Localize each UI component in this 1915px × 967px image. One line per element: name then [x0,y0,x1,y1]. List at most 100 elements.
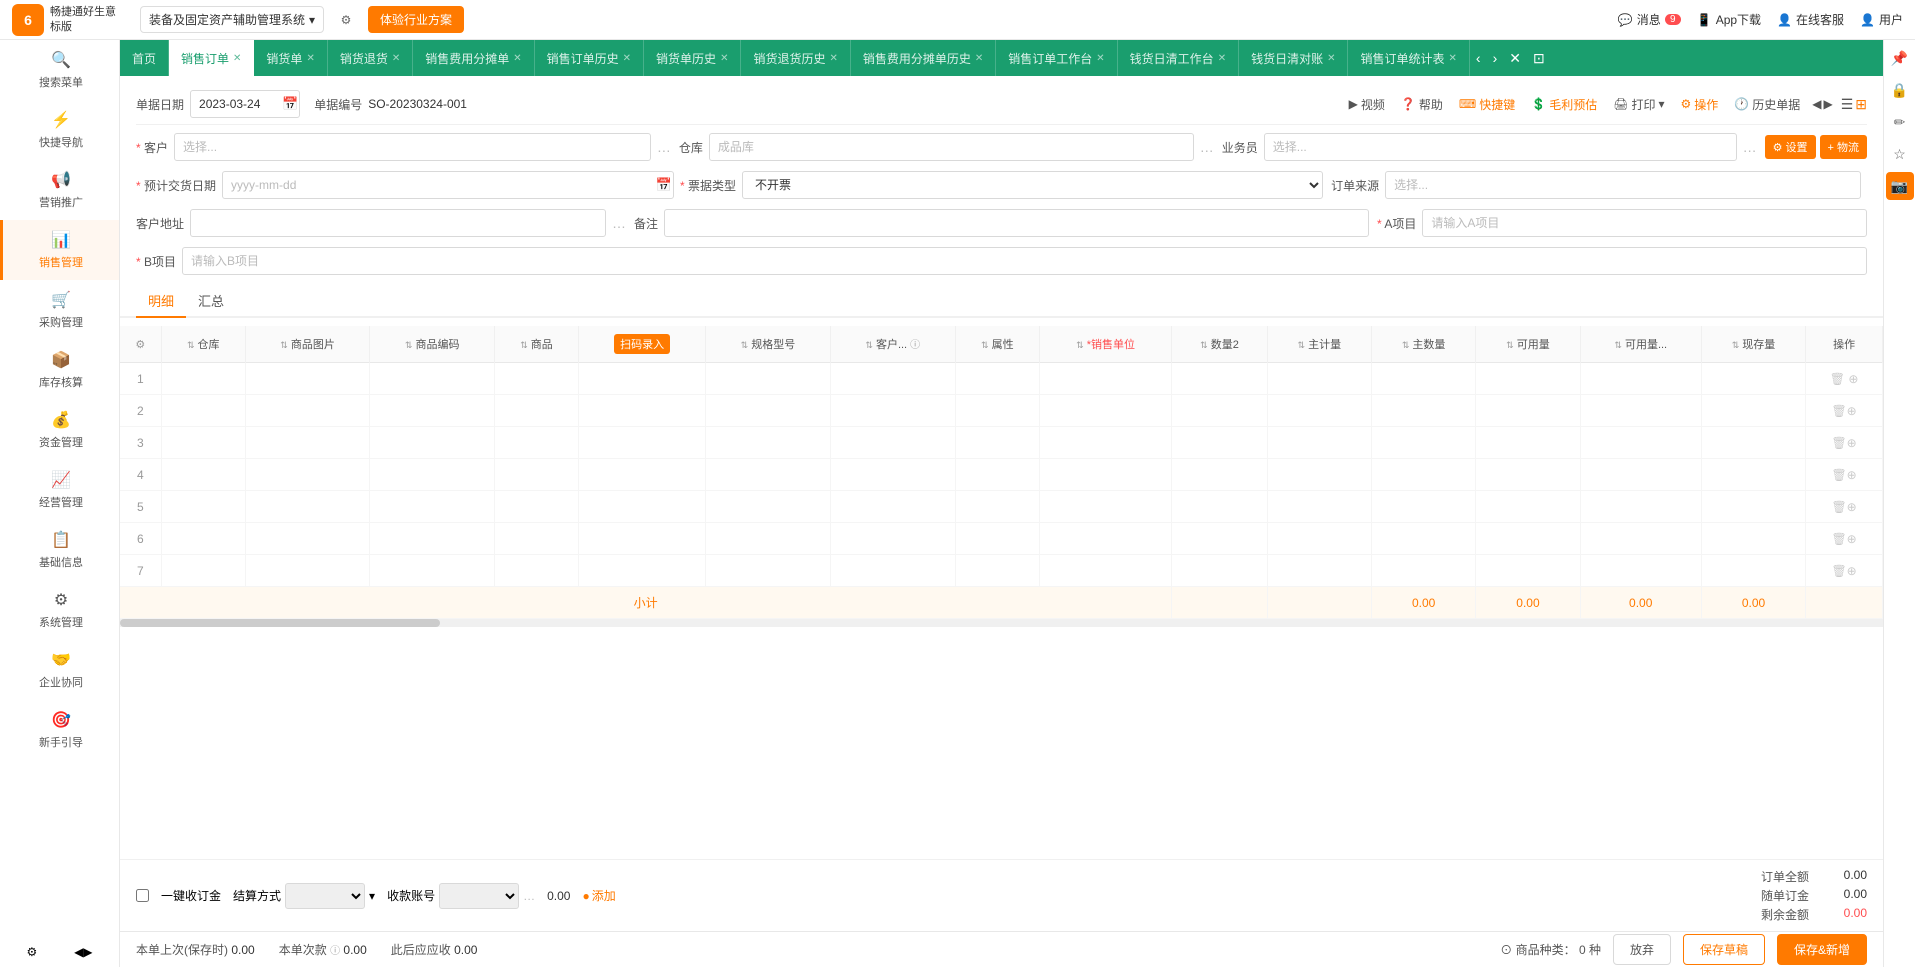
b-project-input[interactable] [182,247,1867,275]
row-main-unit[interactable] [1267,363,1371,395]
address-more-icon[interactable]: … [612,215,626,231]
row-attr[interactable] [955,363,1039,395]
invoice-select[interactable]: 不开票 [742,171,1323,199]
remark-input[interactable] [664,209,1369,237]
row-stock[interactable] [1701,363,1805,395]
sidebar-item-marketing[interactable]: 📢 营销推广 [0,160,119,220]
tab-close-icon[interactable]: ✕ [1327,53,1335,64]
sidebar-item-inventory[interactable]: 📦 库存核算 [0,340,119,400]
sidebar-item-search[interactable]: 🔍 搜索菜单 [0,40,119,100]
tab-more-icon[interactable]: ✕ [1503,40,1527,76]
calendar-icon[interactable]: 📅 [282,96,298,112]
tab-summary[interactable]: 汇总 [186,285,236,318]
delete-icon[interactable]: 🗑 [1831,468,1846,482]
right-edit-icon[interactable]: ✏ [1886,108,1914,136]
right-lock-icon[interactable]: 🔒 [1886,76,1914,104]
order-source-input[interactable] [1385,171,1861,199]
row-goods[interactable] [494,363,578,395]
tab-stats[interactable]: 销售订单统计表 ✕ [1348,40,1469,76]
right-star-icon[interactable]: ☆ [1886,140,1914,168]
a-project-input[interactable] [1422,209,1867,237]
row-action[interactable]: 🗑 ⊕ [1806,363,1883,395]
sidebar-item-sales[interactable]: 📊 销售管理 [0,220,119,280]
row-unit[interactable] [1039,363,1171,395]
operation-btn[interactable]: ⚙ 操作 [1676,94,1722,115]
delivery-input[interactable] [222,171,674,199]
tab-workbench[interactable]: 销售订单工作台 ✕ [996,40,1117,76]
tab-close-icon[interactable]: ✕ [306,53,314,64]
tab-order-history[interactable]: 销售订单历史 ✕ [535,40,644,76]
table-scrollbar[interactable] [120,619,1883,627]
tab-close-icon[interactable]: ✕ [1218,53,1226,64]
one-click-checkbox[interactable] [136,889,149,902]
delivery-calendar-icon[interactable]: 📅 [656,177,672,193]
account-more-icon[interactable]: … [523,889,535,903]
business-input[interactable] [1264,133,1737,161]
grid-view-icon[interactable]: ⊞ [1855,96,1867,113]
message-btn[interactable]: 💬 消息 9 [1618,11,1681,28]
tab-next-icon[interactable]: › [1487,40,1504,76]
tab-daily-clear[interactable]: 钱货日清工作台 ✕ [1118,40,1239,76]
customer-input[interactable] [174,133,651,161]
sidebar-settings-icon[interactable]: ⚙ [26,945,37,959]
sidebar-item-nav[interactable]: ⚡ 快捷导航 [0,100,119,160]
profit-btn[interactable]: 💲 毛利预估 [1527,94,1601,115]
copy-icon[interactable]: ⊕ [1848,372,1858,386]
tab-close-icon[interactable]: ✕ [392,53,400,64]
app-download-btn[interactable]: 📱 App下载 [1697,11,1761,28]
column-settings-icon[interactable]: ⚙ [135,339,145,351]
row-image[interactable] [245,363,370,395]
row-scan[interactable] [579,363,706,395]
row-qty2[interactable] [1172,363,1267,395]
online-service-btn[interactable]: 👤 在线客服 [1777,11,1844,28]
system-selector[interactable]: 装备及固定资产辅助管理系统 ▾ [140,6,324,33]
sidebar-collapse-icon[interactable]: ◀▶ [74,945,92,959]
tab-reconcile[interactable]: 钱货日清对账 ✕ [1239,40,1348,76]
tab-detail[interactable]: 明细 [136,285,186,318]
view-btn[interactable]: ▶ 视频 [1345,94,1389,115]
history-btn[interactable]: 🕐 历史单据 [1730,94,1804,115]
copy-icon[interactable]: ⊕ [1847,564,1857,578]
tab-sales-order[interactable]: 销售订单 ✕ [169,40,254,76]
copy-icon[interactable]: ⊕ [1847,436,1857,450]
row-code[interactable] [370,363,495,395]
row-spec[interactable] [706,363,831,395]
sidebar-item-basic[interactable]: 📋 基础信息 [0,520,119,580]
save-new-button[interactable]: 保存&新增 [1777,934,1867,965]
business-more-icon[interactable]: … [1743,139,1757,155]
delete-icon[interactable]: 🗑 [1830,372,1845,386]
tab-close-icon[interactable]: ✕ [975,53,983,64]
tab-prev-icon[interactable]: ‹ [1470,40,1487,76]
copy-icon[interactable]: ⊕ [1847,532,1857,546]
customer-more-icon[interactable]: … [657,139,671,155]
warehouse-input[interactable] [709,133,1194,161]
delete-icon[interactable]: 🗑 [1831,436,1846,450]
tab-sales-goods[interactable]: 销货单 ✕ [254,40,327,76]
next-record-icon[interactable]: ▶ [1823,97,1832,111]
tab-return-history[interactable]: 销货退货历史 ✕ [741,40,850,76]
discard-button[interactable]: 放弃 [1613,934,1671,965]
sidebar-item-guide[interactable]: 🎯 新手引导 [0,700,119,760]
row-customer-code[interactable] [830,363,955,395]
sidebar-item-business[interactable]: 📈 经营管理 [0,460,119,520]
scan-button[interactable]: 扫码录入 [614,334,670,354]
tab-close-icon[interactable]: ✕ [623,53,631,64]
shortcut-btn[interactable]: ⌨ 快捷键 [1455,94,1519,115]
tab-close-icon[interactable]: ✕ [829,53,837,64]
tab-goods-history[interactable]: 销货单历史 ✕ [644,40,741,76]
user-btn[interactable]: 👤 用户 [1860,11,1903,28]
setup-button[interactable]: ⚙ 设置 [1765,135,1816,159]
sidebar-item-system[interactable]: ⚙ 系统管理 [0,580,119,640]
industry-button[interactable]: 体验行业方案 [368,6,464,33]
save-draft-button[interactable]: 保存草稿 [1683,934,1765,965]
row-main-qty[interactable] [1371,363,1475,395]
right-pin-icon[interactable]: 📌 [1886,44,1914,72]
address-input[interactable] [190,209,606,237]
copy-icon[interactable]: ⊕ [1847,500,1857,514]
prev-record-icon[interactable]: ◀ [1812,97,1821,111]
col-settings[interactable]: ⚙ [120,326,161,363]
copy-icon[interactable]: ⊕ [1847,468,1857,482]
tab-close-icon[interactable]: ✕ [1096,53,1104,64]
tab-close-icon[interactable]: ✕ [233,53,241,64]
tab-expand-icon[interactable]: ⊡ [1527,40,1551,76]
